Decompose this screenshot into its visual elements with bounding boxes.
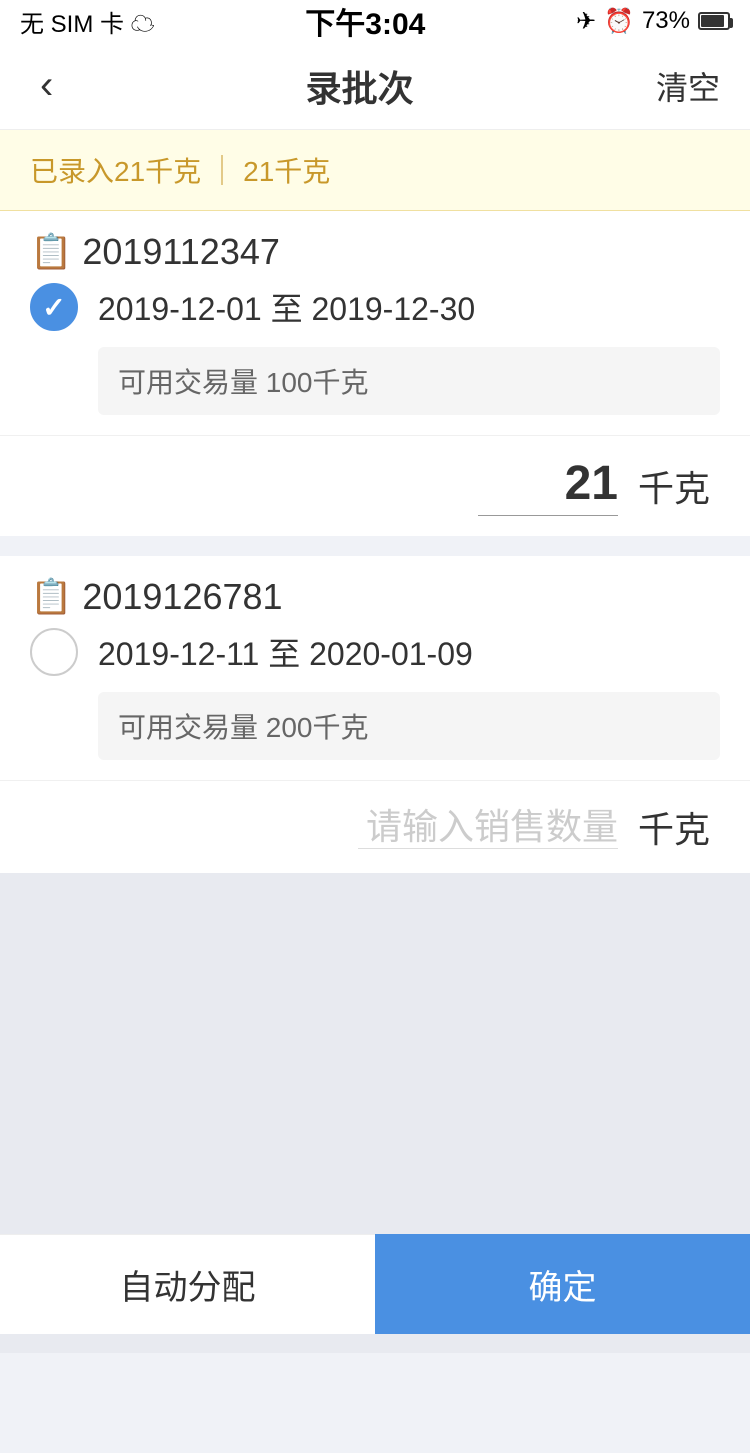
batch-1-header: 📋 2019112347: [30, 231, 720, 273]
batch-item-1: 📋 2019112347 2019-12-01 至 2019-12-30 可用交…: [0, 211, 750, 435]
alarm-icon: ⏰: [604, 7, 634, 36]
batch-item-2: 📋 2019126781 2019-12-11 至 2020-01-09 可用交…: [0, 556, 750, 780]
batch-1-unit: 千克: [638, 460, 710, 512]
batch-2-header: 📋 2019126781: [30, 576, 720, 618]
sim-status: 无 SIM 卡 ☁: [20, 4, 155, 39]
batch-1-radio[interactable]: [30, 283, 78, 331]
batch-1-amount-row: 21 千克: [0, 435, 750, 536]
batch-2-input-container: [40, 806, 618, 849]
battery-level: 73%: [642, 7, 690, 35]
batch-1-amount-container: 21: [478, 456, 618, 516]
auto-distribute-button[interactable]: 自动分配: [0, 1234, 375, 1334]
batch-1-underline: [478, 515, 618, 516]
status-time: 下午3:04: [305, 0, 425, 43]
back-button[interactable]: ‹: [30, 53, 63, 118]
batch-1-date: 2019-12-01 至 2019-12-30: [98, 284, 475, 330]
batch-2-unit: 千克: [638, 801, 710, 853]
batch-1-row: 2019-12-01 至 2019-12-30: [30, 283, 720, 331]
battery-icon: [698, 12, 730, 30]
status-right: ✈ ⏰ 73%: [576, 7, 730, 36]
banner-divider: [221, 155, 223, 185]
bottom-spacer: [0, 1353, 750, 1453]
batch-2-quantity-input[interactable]: [358, 806, 618, 849]
status-bar: 无 SIM 卡 ☁ 下午3:04 ✈ ⏰ 73%: [0, 0, 750, 42]
batch-1-doc-icon: 📋: [30, 232, 72, 272]
batch-2-id: 2019126781: [82, 576, 282, 618]
section-separator: [0, 536, 750, 556]
batch-2-date: 2019-12-11 至 2020-01-09: [98, 629, 473, 675]
page-title: 录批次: [306, 60, 414, 112]
nav-bar: ‹ 录批次 清空: [0, 42, 750, 130]
clear-button[interactable]: 清空: [656, 63, 720, 109]
recorded-amount-label: 已录入21千克: [30, 150, 201, 190]
bottom-bar: 自动分配 确定: [0, 1234, 750, 1334]
confirm-button[interactable]: 确定: [375, 1234, 750, 1334]
batch-2-row: 2019-12-11 至 2020-01-09: [30, 628, 720, 676]
batch-1-amount-value: 21: [565, 456, 618, 511]
batch-2-input-row: 千克: [0, 780, 750, 873]
batch-2-radio[interactable]: [30, 628, 78, 676]
status-left: 无 SIM 卡 ☁: [20, 4, 155, 39]
batch-2-doc-icon: 📋: [30, 577, 72, 617]
batch-2-availability: 可用交易量 200千克: [98, 692, 720, 760]
batch-1-id: 2019112347: [82, 231, 280, 273]
info-banner: 已录入21千克 21千克: [0, 130, 750, 211]
recorded-amount-value: 21千克: [243, 150, 330, 190]
batch-1-availability: 可用交易量 100千克: [98, 347, 720, 415]
location-icon: ✈: [576, 7, 596, 36]
